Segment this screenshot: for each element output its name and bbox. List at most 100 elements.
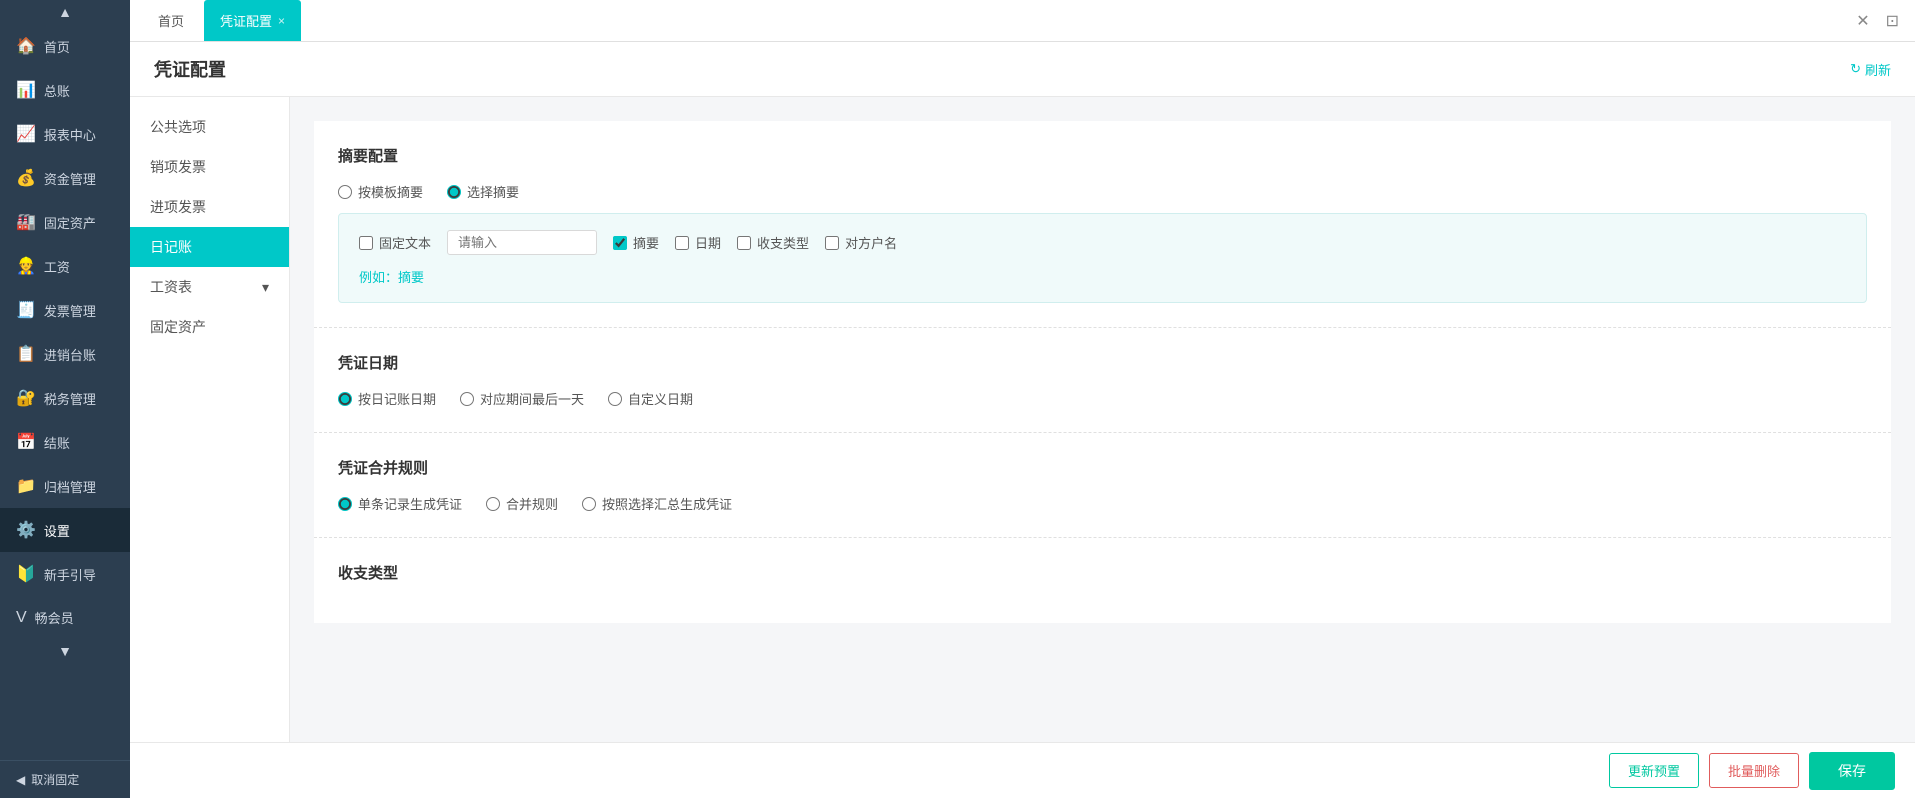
tab-bar-actions: ✕ ⊡ (1852, 7, 1903, 35)
content-area: 公共选项 销项发票 进项发票 日记账 工资表 ▾ 固定资产 摘要配置 (130, 97, 1915, 742)
main-area: 首页 凭证配置 × ✕ ⊡ 凭证配置 ↻ 刷新 公共选项 销项发票 进 (130, 0, 1915, 798)
sidebar: ▲ 🏠 首页 📊 总账 📈 报表中心 💰 资金管理 🏭 固定资产 👷 工资 🧾 … (0, 0, 130, 798)
radio-select-label[interactable]: 选择摘要 (447, 182, 519, 201)
window-close-button[interactable]: ✕ (1852, 7, 1873, 35)
sidebar-item-wages[interactable]: 👷 工资 (0, 244, 130, 288)
arrow-icon: ▾ (262, 279, 269, 296)
tab-bar: 首页 凭证配置 × ✕ ⊡ (130, 0, 1915, 42)
left-nav-purchase[interactable]: 进项发票 (130, 187, 289, 227)
tab-voucher-config[interactable]: 凭证配置 × (204, 0, 301, 41)
sidebar-item-invoice[interactable]: 🧾 发票管理 (0, 288, 130, 332)
section-merge-rule: 凭证合并规则 单条记录生成凭证 合并规则 按照选择汇总生成凭证 (314, 433, 1891, 538)
radio-template-label[interactable]: 按模板摘要 (338, 182, 423, 201)
save-button[interactable]: 保存 (1809, 752, 1895, 790)
merge-rule-title: 凭证合并规则 (338, 457, 1867, 478)
footer-bar: 更新预置 批量删除 保存 (130, 742, 1915, 798)
vip-icon: V (16, 609, 27, 627)
sidebar-item-guide[interactable]: 🔰 新手引导 (0, 552, 130, 596)
batch-delete-button[interactable]: 批量删除 (1709, 753, 1799, 788)
tab-close-button[interactable]: × (278, 14, 285, 28)
abstract-box: 固定文本 摘要 日期 收支类型 (338, 213, 1867, 303)
refresh-button[interactable]: ↻ 刷新 (1850, 60, 1891, 79)
voucher-date-title: 凭证日期 (338, 352, 1867, 373)
radio-single-label[interactable]: 单条记录生成凭证 (338, 494, 462, 513)
radio-period-last[interactable] (460, 392, 474, 406)
section-abstract: 摘要配置 按模板摘要 选择摘要 固定文本 (314, 121, 1891, 328)
close-account-icon: 📅 (16, 432, 36, 452)
sidebar-item-funds[interactable]: 💰 资金管理 (0, 156, 130, 200)
funds-icon: 💰 (16, 168, 36, 188)
sidebar-item-reports[interactable]: 📈 报表中心 (0, 112, 130, 156)
radio-merge[interactable] (486, 497, 500, 511)
radio-custom-date-label[interactable]: 自定义日期 (608, 389, 693, 408)
radio-template[interactable] (338, 185, 352, 199)
radio-select[interactable] (447, 185, 461, 199)
tab-home[interactable]: 首页 (142, 0, 200, 41)
cancel-pin-button[interactable]: ◀ 取消固定 (0, 760, 130, 798)
sidebar-scroll-up[interactable]: ▲ (0, 0, 130, 24)
sidebar-scroll-down[interactable]: ▼ (0, 639, 130, 663)
home-icon: 🏠 (16, 36, 36, 56)
sidebar-item-purchases[interactable]: 📋 进销台账 (0, 332, 130, 376)
invoice-icon: 🧾 (16, 300, 36, 320)
checkbox-counterparty-label[interactable]: 对方户名 (825, 233, 897, 252)
sidebar-item-ledger[interactable]: 📊 总账 (0, 68, 130, 112)
refresh-icon: ↻ (1850, 61, 1861, 77)
fixed-text-input[interactable] (447, 230, 597, 255)
sidebar-item-close[interactable]: 📅 结账 (0, 420, 130, 464)
checkbox-fixed[interactable] (359, 236, 373, 250)
guide-icon: 🔰 (16, 564, 36, 584)
radio-journal-date[interactable] (338, 392, 352, 406)
pin-icon: ◀ (16, 773, 25, 787)
sidebar-item-home[interactable]: 🏠 首页 (0, 24, 130, 68)
checkbox-abstract[interactable] (613, 236, 627, 250)
wages-icon: 👷 (16, 256, 36, 276)
settings-icon: ⚙️ (16, 520, 36, 540)
checkbox-fixed-label[interactable]: 固定文本 (359, 233, 431, 252)
checkbox-date-label[interactable]: 日期 (675, 233, 721, 252)
section-voucher-date: 凭证日期 按日记账日期 对应期间最后一天 自定义日期 (314, 328, 1891, 433)
radio-journal-date-label[interactable]: 按日记账日期 (338, 389, 436, 408)
section-income-type: 收支类型 (314, 538, 1891, 623)
purchases-icon: 📋 (16, 344, 36, 364)
tax-icon: 🔐 (16, 388, 36, 408)
radio-custom-date[interactable] (608, 392, 622, 406)
sidebar-item-vip[interactable]: V 畅会员 (0, 596, 130, 639)
page-header: 凭证配置 ↻ 刷新 (130, 42, 1915, 97)
left-nav-fixed-assets[interactable]: 固定资产 (130, 307, 289, 347)
radio-merge-label[interactable]: 合并规则 (486, 494, 558, 513)
radio-period-last-label[interactable]: 对应期间最后一天 (460, 389, 584, 408)
radio-summary-label[interactable]: 按照选择汇总生成凭证 (582, 494, 732, 513)
assets-icon: 🏭 (16, 212, 36, 232)
voucher-date-radio-group: 按日记账日期 对应期间最后一天 自定义日期 (338, 389, 1867, 408)
abstract-options-row: 固定文本 摘要 日期 收支类型 (359, 230, 1846, 255)
checkbox-date[interactable] (675, 236, 689, 250)
checkbox-income-label[interactable]: 收支类型 (737, 233, 809, 252)
abstract-title: 摘要配置 (338, 145, 1867, 166)
abstract-example: 例如：摘要 (359, 267, 1846, 286)
left-nav-journal[interactable]: 日记账 (130, 227, 289, 267)
sidebar-item-settings[interactable]: ⚙️ 设置 (0, 508, 130, 552)
page-title: 凭证配置 (154, 56, 226, 82)
radio-summary[interactable] (582, 497, 596, 511)
checkbox-counterparty[interactable] (825, 236, 839, 250)
income-type-title: 收支类型 (338, 562, 1867, 583)
left-nav-wages[interactable]: 工资表 ▾ (130, 267, 289, 307)
radio-single[interactable] (338, 497, 352, 511)
left-nav-sales[interactable]: 销项发票 (130, 147, 289, 187)
archive-icon: 📁 (16, 476, 36, 496)
checkbox-income[interactable] (737, 236, 751, 250)
sidebar-item-assets[interactable]: 🏭 固定资产 (0, 200, 130, 244)
sidebar-item-archive[interactable]: 📁 归档管理 (0, 464, 130, 508)
checkbox-abstract-label[interactable]: 摘要 (613, 233, 659, 252)
left-nav-public[interactable]: 公共选项 (130, 107, 289, 147)
ledger-icon: 📊 (16, 80, 36, 100)
right-content: 摘要配置 按模板摘要 选择摘要 固定文本 (290, 97, 1915, 742)
left-nav: 公共选项 销项发票 进项发票 日记账 工资表 ▾ 固定资产 (130, 97, 290, 742)
merge-rule-radio-group: 单条记录生成凭证 合并规则 按照选择汇总生成凭证 (338, 494, 1867, 513)
window-restore-button[interactable]: ⊡ (1882, 7, 1903, 35)
sidebar-item-tax[interactable]: 🔐 税务管理 (0, 376, 130, 420)
update-preview-button[interactable]: 更新预置 (1609, 753, 1699, 788)
reports-icon: 📈 (16, 124, 36, 144)
abstract-radio-group: 按模板摘要 选择摘要 (338, 182, 1867, 201)
